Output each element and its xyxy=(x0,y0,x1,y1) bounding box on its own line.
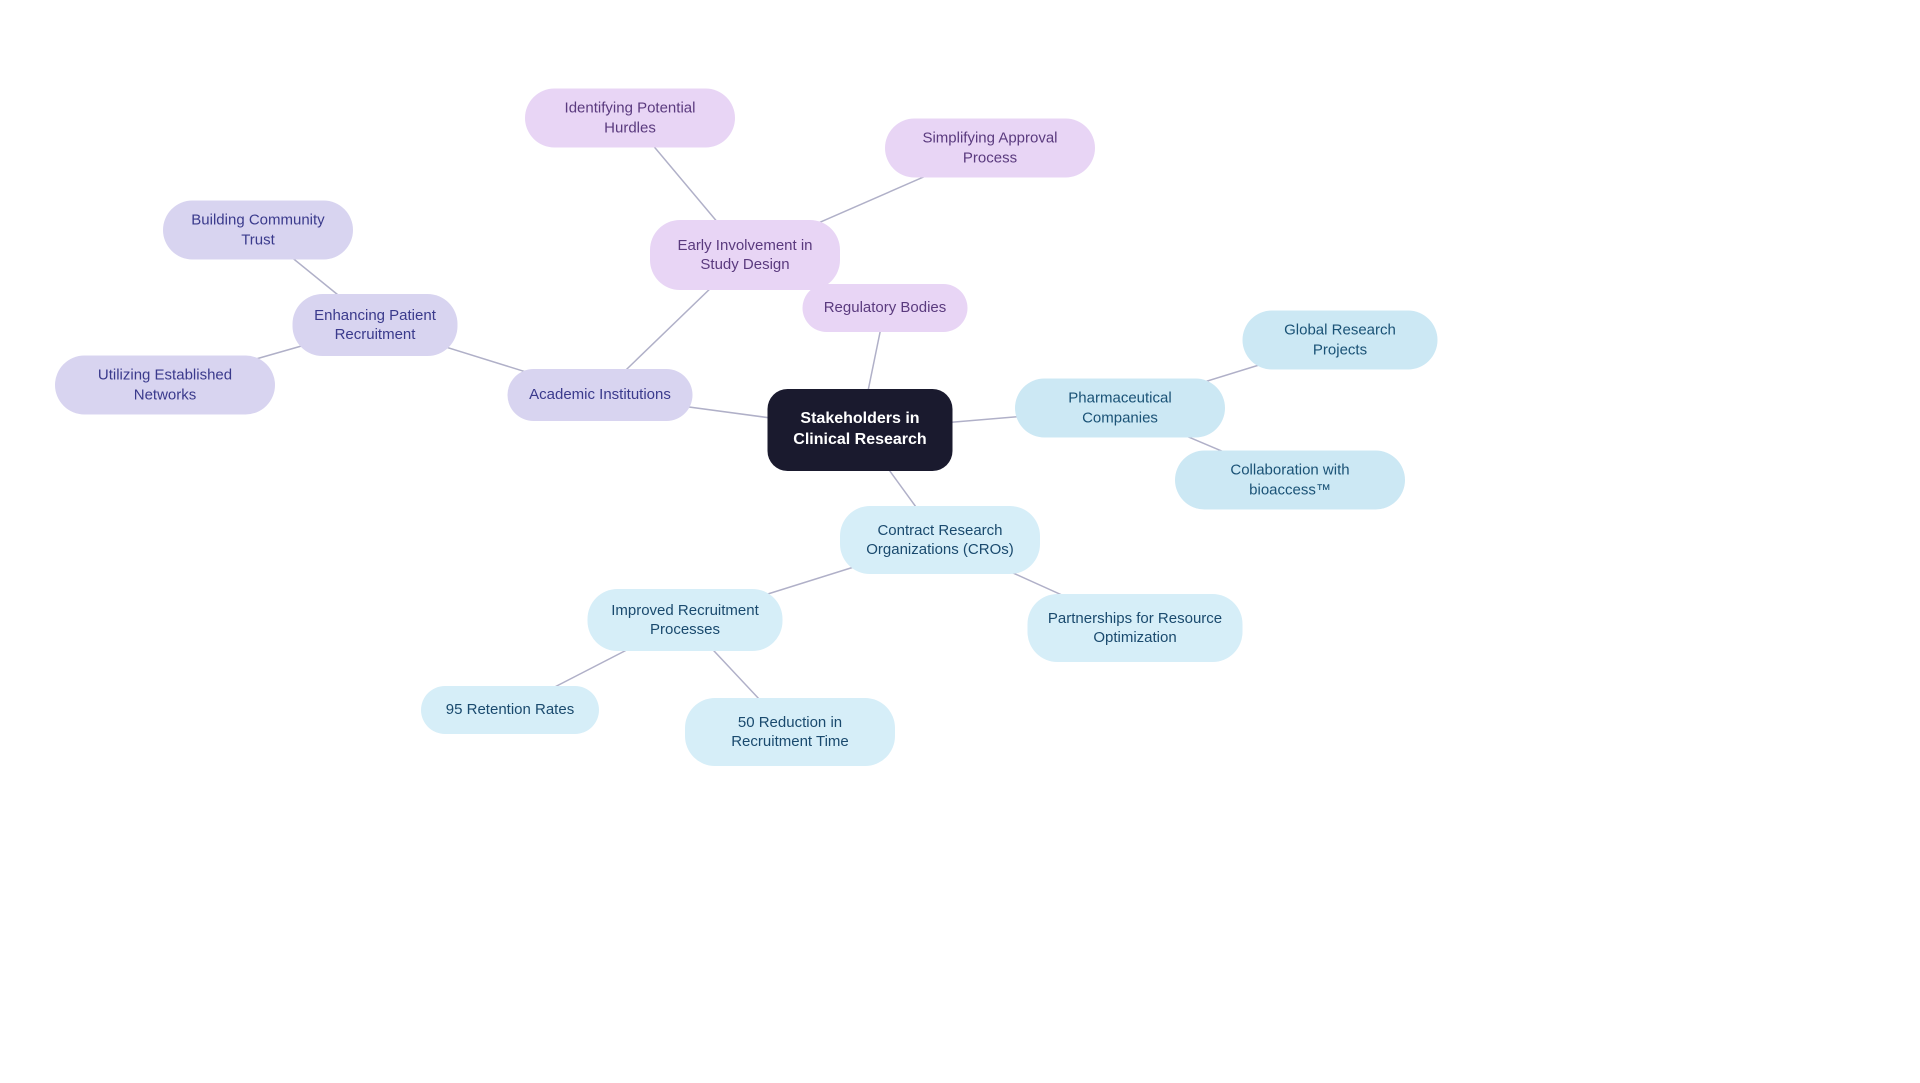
mind-map: Stakeholders in Clinical Research Academi… xyxy=(0,0,1920,1083)
node-retention_rates: 95 Retention Rates xyxy=(421,686,599,734)
node-label-contract_research: Contract Research Organizations (CROs) xyxy=(858,521,1022,560)
node-label-enhancing_patient: Enhancing Patient Recruitment xyxy=(311,306,440,345)
node-label-partnerships_resource: Partnerships for Resource Optimization xyxy=(1046,609,1225,648)
node-label-academic_institutions: Academic Institutions xyxy=(529,385,671,405)
node-label-reduction_recruitment: 50 Reduction in Recruitment Time xyxy=(703,713,877,752)
node-identifying_hurdles: Identifying Potential Hurdles xyxy=(525,89,735,148)
node-label-pharmaceutical: Pharmaceutical Companies xyxy=(1033,389,1207,428)
node-contract_research: Contract Research Organizations (CROs) xyxy=(840,506,1040,574)
node-utilizing_networks: Utilizing Established Networks xyxy=(55,356,275,415)
node-label-center: Stakeholders in Clinical Research xyxy=(786,409,935,451)
node-label-early_involvement: Early Involvement in Study Design xyxy=(668,236,822,275)
node-label-collaboration_bioaccess: Collaboration with bioaccess™ xyxy=(1193,461,1387,500)
node-global_research: Global Research Projects xyxy=(1243,311,1438,370)
node-simplifying_approval: Simplifying Approval Process xyxy=(885,119,1095,178)
node-label-identifying_hurdles: Identifying Potential Hurdles xyxy=(543,99,717,138)
node-label-simplifying_approval: Simplifying Approval Process xyxy=(903,129,1077,168)
node-label-improved_recruitment: Improved Recruitment Processes xyxy=(606,601,765,640)
node-label-regulatory_bodies: Regulatory Bodies xyxy=(824,298,947,318)
node-building_community: Building Community Trust xyxy=(163,201,353,260)
node-pharmaceutical: Pharmaceutical Companies xyxy=(1015,379,1225,438)
node-label-building_community: Building Community Trust xyxy=(181,211,335,250)
node-center: Stakeholders in Clinical Research xyxy=(768,389,953,471)
node-label-global_research: Global Research Projects xyxy=(1261,321,1420,360)
node-label-utilizing_networks: Utilizing Established Networks xyxy=(73,366,257,405)
node-partnerships_resource: Partnerships for Resource Optimization xyxy=(1028,594,1243,662)
node-improved_recruitment: Improved Recruitment Processes xyxy=(588,589,783,651)
node-academic_institutions: Academic Institutions xyxy=(508,369,693,421)
node-reduction_recruitment: 50 Reduction in Recruitment Time xyxy=(685,698,895,766)
node-early_involvement: Early Involvement in Study Design xyxy=(650,220,840,290)
node-regulatory_bodies: Regulatory Bodies xyxy=(803,284,968,332)
node-label-retention_rates: 95 Retention Rates xyxy=(446,700,574,720)
node-collaboration_bioaccess: Collaboration with bioaccess™ xyxy=(1175,451,1405,510)
node-enhancing_patient: Enhancing Patient Recruitment xyxy=(293,294,458,356)
